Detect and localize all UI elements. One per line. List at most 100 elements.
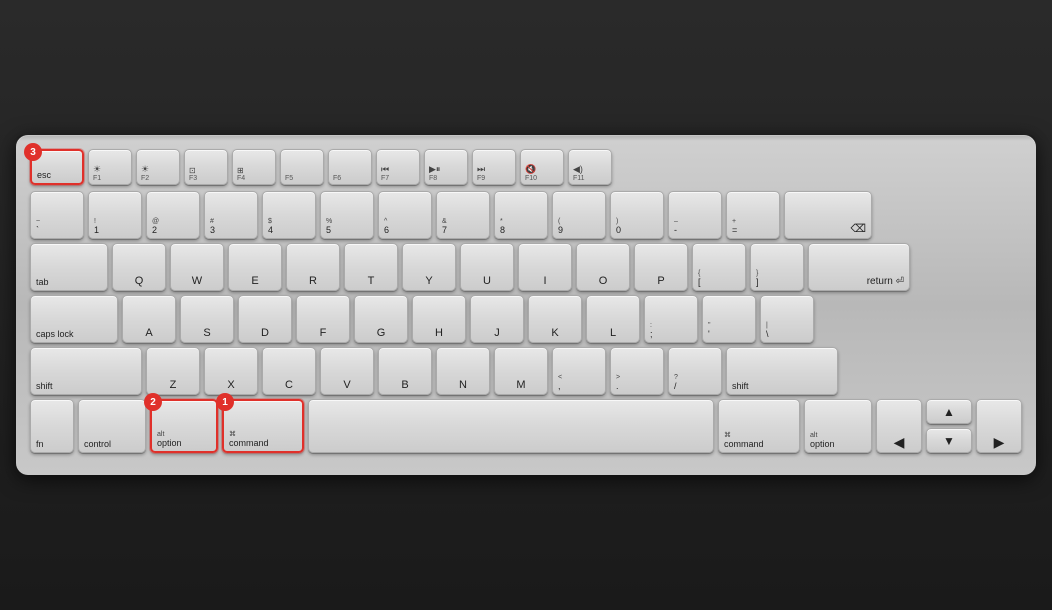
key-e[interactable]: E xyxy=(228,243,282,291)
key-f1[interactable]: ☀ F1 xyxy=(88,149,132,185)
key-w[interactable]: W xyxy=(170,243,224,291)
key-arrow-right[interactable]: ▶ xyxy=(976,399,1022,453)
key-y[interactable]: Y xyxy=(402,243,456,291)
key-i[interactable]: I xyxy=(518,243,572,291)
key-5[interactable]: % 5 xyxy=(320,191,374,239)
key-option-right[interactable]: alt option xyxy=(804,399,872,453)
key-9[interactable]: ( 9 xyxy=(552,191,606,239)
key-m[interactable]: M xyxy=(494,347,548,395)
number-row: ~ ` ! 1 @ 2 # 3 $ 4 % 5 xyxy=(30,191,1022,239)
key-7[interactable]: & 7 xyxy=(436,191,490,239)
key-backspace[interactable]: ⌫ xyxy=(784,191,872,239)
key-o[interactable]: O xyxy=(576,243,630,291)
key-f8[interactable]: ▶⏸ F8 xyxy=(424,149,468,185)
key-u[interactable]: U xyxy=(460,243,514,291)
key-lbracket[interactable]: { [ xyxy=(692,243,746,291)
key-d[interactable]: D xyxy=(238,295,292,343)
badge-3: 3 xyxy=(24,143,42,161)
key-f4[interactable]: ⊞ F4 xyxy=(232,149,276,185)
key-tab[interactable]: tab xyxy=(30,243,108,291)
f8-label: F8 xyxy=(429,175,437,182)
f9-label: F9 xyxy=(477,175,485,182)
f10-label: F10 xyxy=(525,175,537,182)
qwerty-row: tab Q W E R T Y U I O P { [ } ] return ⏎ xyxy=(30,243,1022,291)
key-t[interactable]: T xyxy=(344,243,398,291)
key-semicolon[interactable]: : ; xyxy=(644,295,698,343)
brightness-high-icon: ☀ xyxy=(141,164,149,175)
key-shift-left[interactable]: shift xyxy=(30,347,142,395)
key-4[interactable]: $ 4 xyxy=(262,191,316,239)
key-arrow-up[interactable]: ▲ xyxy=(926,399,972,424)
badge-1: 1 xyxy=(216,393,234,411)
f5-label: F5 xyxy=(285,175,293,182)
key-8[interactable]: * 8 xyxy=(494,191,548,239)
f11-label: F11 xyxy=(573,175,585,182)
key-arrow-left[interactable]: ◀ xyxy=(876,399,922,453)
key-f6[interactable]: F6 xyxy=(328,149,372,185)
key-capslock[interactable]: caps lock xyxy=(30,295,118,343)
key-s[interactable]: S xyxy=(180,295,234,343)
key-backtick[interactable]: ~ ` xyxy=(30,191,84,239)
key-return[interactable]: return ⏎ xyxy=(808,243,910,291)
f6-label: F6 xyxy=(333,175,341,182)
key-f[interactable]: F xyxy=(296,295,350,343)
key-command-left[interactable]: 1 ⌘ command xyxy=(222,399,304,453)
key-minus[interactable]: – - xyxy=(668,191,722,239)
key-f7[interactable]: ⏮ F7 xyxy=(376,149,420,185)
key-6[interactable]: ^ 6 xyxy=(378,191,432,239)
volume-down-icon: ◀) xyxy=(573,164,583,175)
f1-label: F1 xyxy=(93,175,101,182)
key-v[interactable]: V xyxy=(320,347,374,395)
key-z[interactable]: Z xyxy=(146,347,200,395)
f4-label: F4 xyxy=(237,175,245,182)
key-f3[interactable]: ⊡ F3 xyxy=(184,149,228,185)
key-comma[interactable]: < , xyxy=(552,347,606,395)
key-slash[interactable]: ? / xyxy=(668,347,722,395)
arrow-right-icon: ▶ xyxy=(982,435,1016,449)
asdf-row: caps lock A S D F G H J K L : ; " ' | \ xyxy=(30,295,1022,343)
key-3[interactable]: # 3 xyxy=(204,191,258,239)
key-command-right[interactable]: ⌘ command xyxy=(718,399,800,453)
key-a[interactable]: A xyxy=(122,295,176,343)
key-shift-right[interactable]: shift xyxy=(726,347,838,395)
f7-label: F7 xyxy=(381,175,389,182)
key-l[interactable]: L xyxy=(586,295,640,343)
key-control[interactable]: control xyxy=(78,399,146,453)
key-x[interactable]: X xyxy=(204,347,258,395)
key-f2[interactable]: ☀ F2 xyxy=(136,149,180,185)
key-equals[interactable]: + = xyxy=(726,191,780,239)
rewind-icon: ⏮ xyxy=(381,164,389,175)
key-quote[interactable]: " ' xyxy=(702,295,756,343)
arrow-down-icon: ▼ xyxy=(931,435,967,447)
key-2[interactable]: @ 2 xyxy=(146,191,200,239)
key-1[interactable]: ! 1 xyxy=(88,191,142,239)
key-rbracket[interactable]: } ] xyxy=(750,243,804,291)
key-j[interactable]: J xyxy=(470,295,524,343)
key-k[interactable]: K xyxy=(528,295,582,343)
key-arrow-down[interactable]: ▼ xyxy=(926,428,972,453)
key-f5[interactable]: F5 xyxy=(280,149,324,185)
key-backslash[interactable]: | \ xyxy=(760,295,814,343)
key-esc[interactable]: 3 esc xyxy=(30,149,84,185)
key-p[interactable]: P xyxy=(634,243,688,291)
key-h[interactable]: H xyxy=(412,295,466,343)
fastforward-icon: ⏭ xyxy=(477,164,485,175)
key-b[interactable]: B xyxy=(378,347,432,395)
key-0[interactable]: ) 0 xyxy=(610,191,664,239)
key-space[interactable] xyxy=(308,399,714,453)
brightness-low-icon: ☀ xyxy=(93,164,101,175)
mute-icon: 🔇 xyxy=(525,164,536,175)
key-q[interactable]: Q xyxy=(112,243,166,291)
arrow-up-icon: ▲ xyxy=(931,406,967,418)
key-option-left[interactable]: 2 alt option xyxy=(150,399,218,453)
key-f11[interactable]: ◀) F11 xyxy=(568,149,612,185)
key-n[interactable]: N xyxy=(436,347,490,395)
key-c[interactable]: C xyxy=(262,347,316,395)
playpause-icon: ▶⏸ xyxy=(429,164,440,175)
key-period[interactable]: > . xyxy=(610,347,664,395)
key-r[interactable]: R xyxy=(286,243,340,291)
key-fn[interactable]: fn xyxy=(30,399,74,453)
key-f10[interactable]: 🔇 F10 xyxy=(520,149,564,185)
key-f9[interactable]: ⏭ F9 xyxy=(472,149,516,185)
key-g[interactable]: G xyxy=(354,295,408,343)
